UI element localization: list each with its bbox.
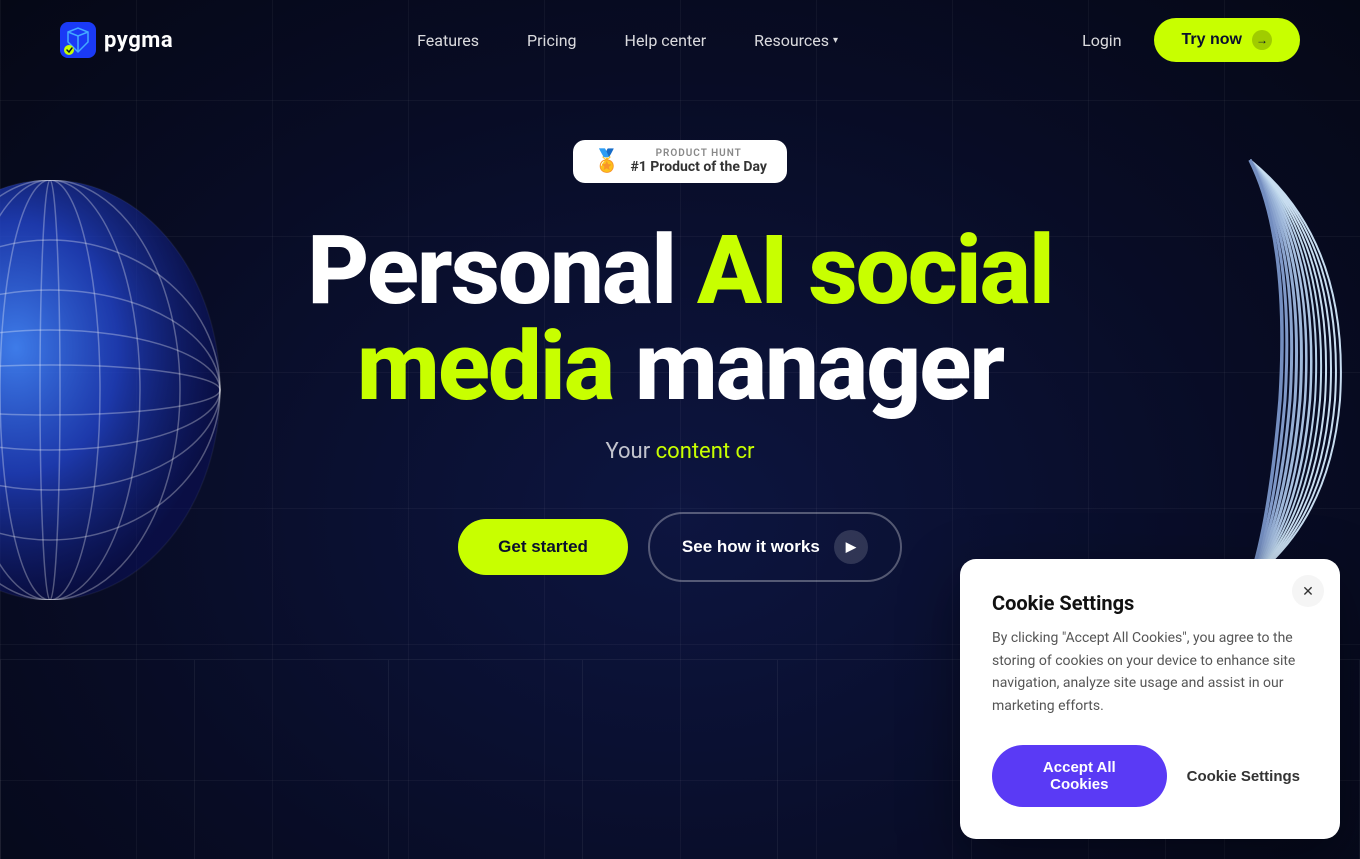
grid-col-2 [194,659,388,859]
get-started-button[interactable]: Get started [458,519,628,575]
product-hunt-badge: 🏅 PRODUCT HUNT #1 Product of the Day [573,140,787,183]
logo-text: pygma [104,28,173,53]
cookie-body: By clicking "Accept All Cookies", you ag… [992,627,1308,717]
grid-col-1 [0,659,194,859]
cookie-actions: Accept All Cookies Cookie Settings [992,745,1308,807]
chevron-down-icon: ▾ [833,35,838,46]
nav-link-pricing[interactable]: Pricing [527,31,577,50]
accept-cookies-button[interactable]: Accept All Cookies [992,745,1167,807]
cookie-banner: ✕ Cookie Settings By clicking "Accept Al… [960,559,1340,839]
cookie-settings-button[interactable]: Cookie Settings [1179,754,1308,799]
hero-section: 🏅 PRODUCT HUNT #1 Product of the Day Per… [0,80,1360,582]
logo-icon [60,22,96,58]
play-icon: ▶ [834,530,868,564]
nav-link-help[interactable]: Help center [625,31,707,50]
headline-manager: manager [635,311,1003,423]
nav-right: Login Try now → [1082,18,1300,62]
nav-links: Features Pricing Help center Resources ▾ [417,31,838,50]
login-link[interactable]: Login [1082,31,1121,50]
see-how-button[interactable]: See how it works ▶ [648,512,902,582]
grid-col-5 [777,659,971,859]
logo[interactable]: pygma [60,22,173,58]
arrow-right-icon: → [1252,30,1272,50]
cta-group: Get started See how it works ▶ [458,512,902,582]
nav-link-resources[interactable]: Resources ▾ [754,31,838,50]
grid-col-3 [388,659,582,859]
try-now-button[interactable]: Try now → [1154,18,1300,62]
ph-badge-text: PRODUCT HUNT #1 Product of the Day [630,148,766,175]
medal-icon: 🏅 [593,149,620,174]
hero-headline: Personal AI social media manager [307,223,1053,415]
nav-link-features[interactable]: Features [417,31,479,50]
navbar: pygma Features Pricing Help center Resou… [0,0,1360,80]
hero-subtitle: Your content cr [606,439,755,464]
cookie-close-button[interactable]: ✕ [1292,575,1324,607]
cookie-title: Cookie Settings [992,591,1308,615]
headline-media: media [357,311,613,423]
grid-col-4 [582,659,776,859]
